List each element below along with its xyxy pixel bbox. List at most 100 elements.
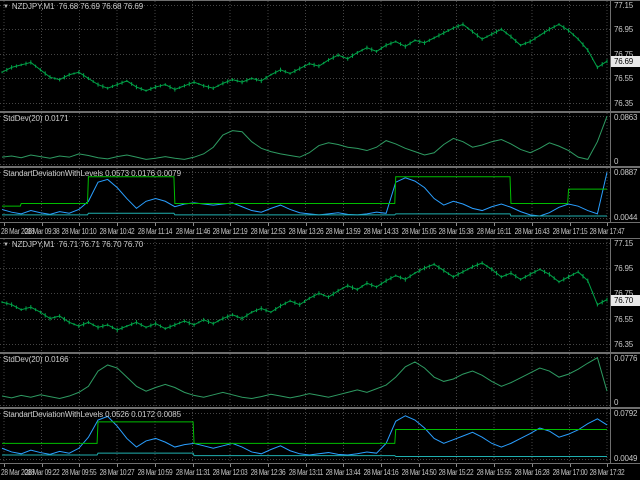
chart-collapse-icon[interactable]: ▼: [3, 4, 9, 10]
time-tick-mark: [192, 223, 194, 226]
time-tick-mark: [117, 464, 119, 467]
time-label: 28 Mar 13:59: [325, 227, 361, 236]
time-tick-mark: [41, 223, 43, 226]
time-tick-mark: [381, 464, 382, 467]
time-tick-mark: [230, 464, 232, 467]
time-axis-1[interactable]: 28 Mar 2018 28 Mar 09:38 28 Mar 10:10 28 Ma…: [0, 222, 640, 238]
time-label: 28 Mar 13:44: [325, 468, 361, 477]
levels-axis[interactable]: 0.0887 0.0044: [610, 168, 640, 222]
stddev-axis[interactable]: 0.0776 0: [610, 354, 640, 407]
time-label: 28 Mar 12:53: [250, 227, 286, 236]
stddev-label: StdDev(20) 0.0171: [3, 114, 69, 123]
price-pane-2: 77.1576.9576.7576.5576.3576.70 ▼NZDJPY,M…: [0, 239, 640, 352]
price-axis[interactable]: 77.1576.9576.7576.5576.3576.70: [610, 239, 640, 352]
time-tick-mark: [418, 464, 420, 467]
axis-tick-label: 76.55: [614, 314, 634, 324]
time-axis-2[interactable]: 28 Mar 2018 28 Mar 09:22 28 Mar 09:55 28 Ma…: [0, 463, 640, 480]
time-tick-mark: [494, 464, 496, 467]
time-tick-mark: [41, 464, 43, 467]
indicator-name: StandartDeviationWithLevels: [3, 410, 104, 419]
time-tick-mark: [418, 223, 420, 226]
axis-tick-label: 0.0776: [614, 354, 638, 363]
time-label: 28 Mar 13:26: [288, 227, 323, 236]
time-tick-mark: [569, 223, 571, 226]
time-label: 28 Mar 14:50: [401, 468, 437, 477]
price-plot[interactable]: [0, 1, 610, 111]
mt4-terminal: 77.15 76.95 76.75 76.55 76.35 76.69 ▼ NZDJPY,M…: [0, 0, 640, 480]
time-label: 28 Mar 10:42: [99, 227, 135, 236]
time-label: 28 Mar 11:31: [175, 468, 210, 477]
time-tick-mark: [343, 464, 345, 467]
time-label: 28 Mar 09:38: [24, 227, 60, 236]
axis-tick-label: 0.0792: [614, 409, 638, 419]
chart-window-2: 77.1576.9576.7576.5576.3576.70 ▼NZDJPY,M…: [0, 238, 640, 480]
time-label: 28 Mar 12:03: [212, 468, 248, 477]
time-tick-mark: [79, 464, 81, 467]
axis-tick-label: 77.15: [614, 239, 634, 248]
time-label: 28 Mar 15:55: [476, 468, 512, 477]
time-tick-mark: [607, 223, 609, 226]
stddev-plot[interactable]: [0, 113, 610, 166]
axis-tick-label: 76.95: [614, 264, 634, 274]
time-tick-mark: [154, 464, 156, 467]
time-tick-mark: [267, 223, 269, 226]
time-label: 28 Mar 15:05: [401, 227, 437, 236]
price-pane-1: 77.15 76.95 76.75 76.55 76.35 76.69 ▼ NZDJPY,M…: [0, 1, 640, 111]
price-axis[interactable]: 77.15 76.95 76.75 76.55 76.35 76.69: [610, 1, 640, 111]
time-label: 28 Mar 10:59: [137, 468, 173, 477]
axis-tick-label: 0.0044: [614, 213, 638, 222]
time-label: 28 Mar 10:27: [99, 468, 135, 477]
time-tick-mark: [192, 464, 194, 467]
time-tick-mark: [569, 464, 571, 467]
time-tick-mark: [456, 223, 458, 226]
indicator-value: 0.0171: [44, 114, 69, 123]
chart-title: ▼ NZDJPY,M1 76.71 76.71 76.70 76.70: [3, 240, 143, 249]
time-label: 28 Mar 17:00: [552, 468, 587, 477]
axis-tick-label: 76.35: [614, 339, 634, 349]
price-plot[interactable]: [0, 239, 610, 352]
symbol-period-label: NZDJPY,M1: [11, 2, 55, 11]
chart-collapse-icon[interactable]: ▼: [3, 242, 9, 248]
time-label: 28 Mar 11:46: [175, 227, 210, 236]
time-tick-mark: [117, 223, 119, 226]
indicator-name: StandartDeviationWithLevels: [3, 169, 104, 178]
axis-tick-label: 76.55: [614, 74, 634, 84]
axis-tick-label: 0: [614, 157, 619, 166]
axis-tick-label: 0.0887: [614, 168, 638, 177]
axis-tick-label: 76.35: [614, 99, 634, 108]
stddev-label: StdDev(20) 0.0166: [3, 355, 69, 364]
time-tick-mark: [267, 464, 269, 467]
time-tick-mark: [79, 223, 81, 226]
time-tick-mark: [531, 464, 533, 467]
time-tick-mark: [607, 464, 609, 467]
time-tick-mark: [4, 223, 5, 226]
time-tick-mark: [4, 464, 5, 467]
chart-title: ▼ NZDJPY,M1 76.68 76.69 76.68 76.69: [3, 2, 143, 11]
levels-pane-1: 0.0887 0.0044 StandartDeviationWithLevels…: [0, 168, 640, 222]
chart-window-1: 77.15 76.95 76.75 76.55 76.35 76.69 ▼ NZDJPY,M…: [0, 0, 640, 238]
levels-axis[interactable]: 0.0792 0.0049: [610, 409, 640, 463]
stddev-plot[interactable]: [0, 354, 610, 407]
indicator-values: 0.0573 0.0176 0.0079: [105, 169, 182, 178]
indicator-value: 0.0166: [44, 355, 69, 364]
levels-label: StandartDeviationWithLevels 0.0526 0.017…: [3, 410, 181, 419]
time-label: 28 Mar 17:15: [552, 227, 587, 236]
time-label: 28 Mar 14:16: [363, 468, 399, 477]
time-label: 28 Mar 14:33: [363, 227, 399, 236]
time-label: 28 Mar 10:10: [62, 227, 97, 236]
time-label: 28 Mar 17:32: [589, 468, 625, 477]
time-label: 28 Mar 16:28: [514, 468, 550, 477]
symbol-period-label: NZDJPY,M1: [11, 240, 55, 249]
time-label: 28 Mar 09:55: [62, 468, 97, 477]
time-tick-mark: [456, 464, 458, 467]
time-tick-mark: [305, 464, 307, 467]
stddev-axis[interactable]: 0.0863 0: [610, 113, 640, 166]
stddev-pane-2: 0.0776 0 StdDev(20) 0.0166: [0, 354, 640, 407]
time-tick-mark: [531, 223, 533, 226]
time-label: 28 Mar 15:22: [439, 468, 474, 477]
time-tick-mark: [305, 223, 307, 226]
time-tick-mark: [494, 223, 496, 226]
axis-tick-label: 76.95: [614, 25, 634, 35]
indicator-values: 0.0526 0.0172 0.0085: [105, 410, 182, 419]
axis-tick-label: 77.15: [614, 1, 634, 10]
